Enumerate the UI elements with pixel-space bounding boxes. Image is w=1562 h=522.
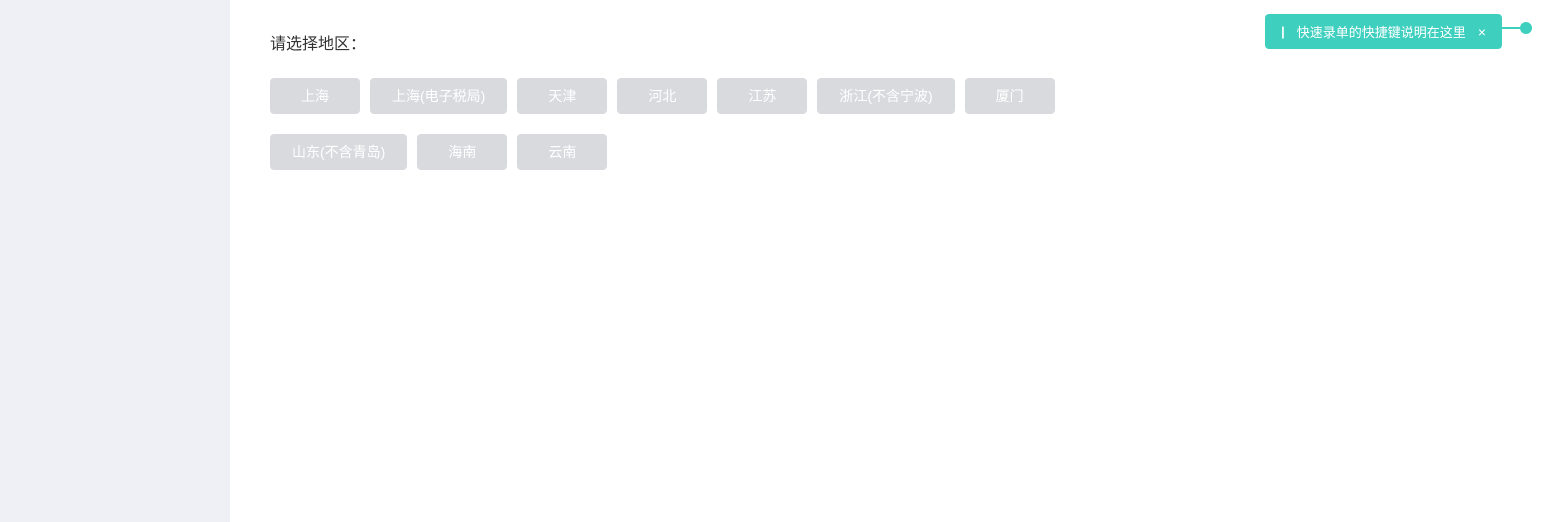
region-btn-shandong[interactable]: 山东(不含青岛) xyxy=(270,134,407,170)
region-btn-zhejiang[interactable]: 浙江(不含宁波) xyxy=(817,78,954,114)
region-btn-jiangsu[interactable]: 江苏 xyxy=(717,78,807,114)
tooltip-close-button[interactable]: × xyxy=(1478,24,1486,40)
region-btn-tianjin[interactable]: 天津 xyxy=(517,78,607,114)
left-sidebar xyxy=(0,0,230,522)
tooltip-line xyxy=(1500,27,1520,29)
region-btn-yunnan[interactable]: 云南 xyxy=(517,134,607,170)
region-buttons: 上海 上海(电子税局) 天津 河北 江苏 浙江(不含宁波) 厦门 山东(不含青岛… xyxy=(270,78,1522,170)
region-btn-hebei[interactable]: 河北 xyxy=(617,78,707,114)
region-btn-xiamen[interactable]: 厦门 xyxy=(965,78,1055,114)
region-btn-shanghai[interactable]: 上海 xyxy=(270,78,360,114)
region-btn-hainan[interactable]: 海南 xyxy=(417,134,507,170)
region-btn-shanghai-etax[interactable]: 上海(电子税局) xyxy=(370,78,507,114)
tooltip-dot xyxy=(1520,22,1532,34)
tooltip-banner: 快速录单的快捷键说明在这里 × xyxy=(1265,14,1502,49)
tooltip-text: 快速录单的快捷键说明在这里 xyxy=(1297,22,1466,41)
main-content: 请选择地区： 上海 上海(电子税局) 天津 河北 江苏 浙江(不含宁波) 厦门 … xyxy=(230,0,1562,522)
